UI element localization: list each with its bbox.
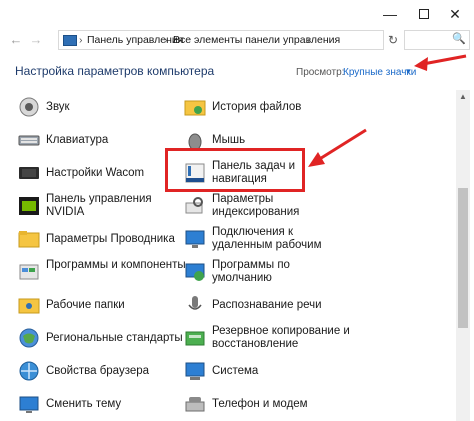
annotation-arrow-taskbar bbox=[308, 128, 367, 167]
annotation-arrows bbox=[308, 54, 467, 167]
control-panel-window: — ✕ ← → › Панель управления › Все элемен… bbox=[0, 0, 474, 421]
annotation-arrow-view bbox=[414, 54, 467, 71]
